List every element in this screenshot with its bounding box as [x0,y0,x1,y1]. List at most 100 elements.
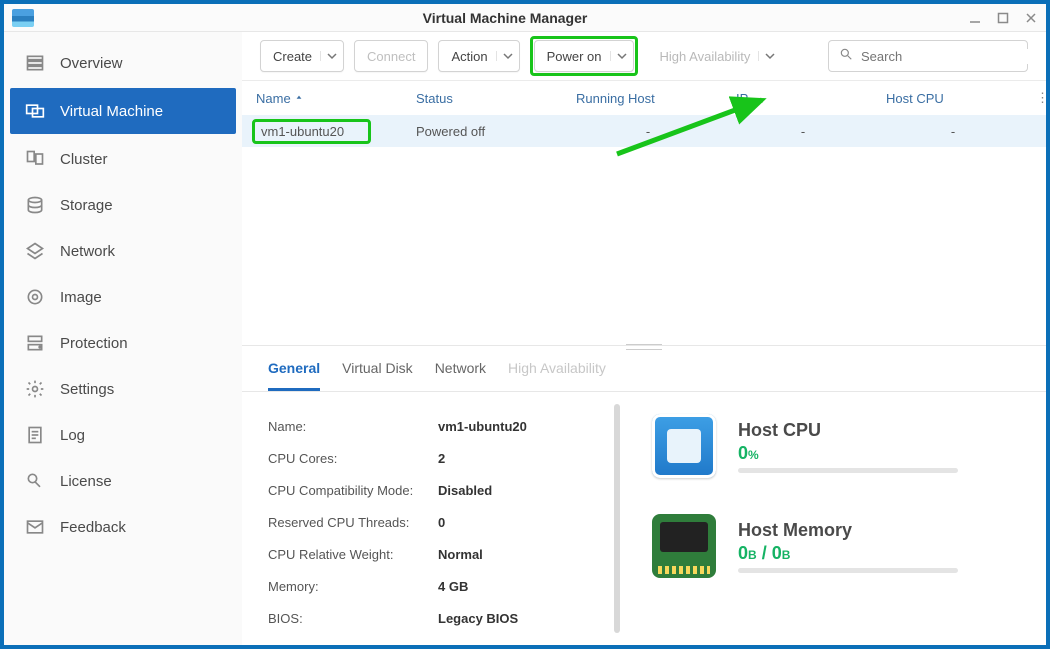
tab-general[interactable]: General [268,360,320,391]
mem-sep: / [757,543,772,563]
image-icon [24,287,46,307]
tab-virtual-disk[interactable]: Virtual Disk [342,360,413,391]
memory-icon [652,514,716,578]
power-on-button[interactable]: Power on [534,40,634,72]
prop-value: Disabled [438,483,614,498]
prop-value: 0 [438,515,614,530]
cpu-value: 0 [738,443,748,463]
search-input[interactable] [861,49,1037,64]
vm-name: vm1-ubuntu20 [261,124,344,139]
cpu-title: Host CPU [738,420,958,441]
prop-value: 4 GB [438,579,614,594]
table-row[interactable]: vm1-ubuntu20 Powered off - - - [242,115,1046,147]
license-icon [24,471,46,491]
protection-icon [24,333,46,353]
sidebar-item-overview[interactable]: Overview [4,40,242,86]
chevron-down-icon [758,51,775,61]
sidebar-item-protection[interactable]: Protection [4,320,242,366]
sidebar-item-settings[interactable]: Settings [4,366,242,412]
prop-label: BIOS: [268,611,438,626]
virtual-machine-icon [24,101,46,121]
window-title: Virtual Machine Manager [42,10,968,26]
connect-button[interactable]: Connect [354,40,428,72]
sidebar-item-storage[interactable]: Storage [4,182,242,228]
search-box[interactable] [828,40,1028,72]
sidebar-label: Log [60,427,85,444]
action-button[interactable]: Action [438,40,519,72]
log-icon [24,425,46,445]
tab-high-availability[interactable]: High Availability [508,360,606,391]
vm-running-host: - [568,124,728,139]
create-label: Create [273,49,312,64]
sidebar-item-log[interactable]: Log [4,412,242,458]
resize-grip[interactable] [624,342,664,350]
prop-label: Memory: [268,579,438,594]
prop-label: Reserved CPU Threads: [268,515,438,530]
tab-network[interactable]: Network [435,360,486,391]
toolbar: Create Connect Action Power on [242,32,1046,80]
sidebar-item-image[interactable]: Image [4,274,242,320]
highlight-power-on: Power on [530,36,638,76]
power-on-label: Power on [547,49,602,64]
mem-total-value: 0 [772,543,782,563]
prop-value: vm1-ubuntu20 [438,419,614,434]
network-icon [24,241,46,261]
maximize-icon[interactable] [996,11,1010,25]
col-name[interactable]: Name [248,91,408,106]
prop-label: CPU Cores: [268,451,438,466]
col-status[interactable]: Status [408,91,568,106]
gear-icon [24,379,46,399]
storage-icon [24,195,46,215]
vm-status: Powered off [408,124,568,139]
cpu-unit: % [748,448,759,462]
prop-label: Name: [268,419,438,434]
properties-list: Name:vm1-ubuntu20 CPU Cores:2 CPU Compat… [242,392,622,645]
prop-label: CPU Compatibility Mode: [268,483,438,498]
sidebar-label: Overview [60,55,123,72]
column-menu-icon[interactable]: ⋮ [1028,90,1048,106]
vm-ip: - [728,124,878,139]
sidebar-label: License [60,473,112,490]
sidebar-label: Network [60,243,115,260]
host-memory-card: Host Memory 0B / 0B [652,514,1016,578]
close-icon[interactable] [1024,11,1038,25]
cluster-icon [24,149,46,169]
prop-value: Legacy BIOS [438,611,614,626]
sidebar-label: Virtual Machine [60,103,163,120]
sidebar-label: Cluster [60,151,108,168]
metric-cards: Host CPU 0% Host Memory 0B / 0B [622,392,1046,645]
sidebar-label: Image [60,289,102,306]
sidebar-label: Settings [60,381,114,398]
col-host-cpu[interactable]: Host CPU [878,91,1028,106]
high-availability-button[interactable]: High Availability [648,40,782,72]
prop-value: 2 [438,451,614,466]
host-cpu-card: Host CPU 0% [652,414,1016,478]
overview-icon [24,53,46,73]
sidebar-item-cluster[interactable]: Cluster [4,136,242,182]
detail-tabs: General Virtual Disk Network High Availa… [242,346,1046,392]
detail-panel: General Virtual Disk Network High Availa… [242,345,1046,645]
mem-bar [738,568,958,573]
col-ip[interactable]: IP [728,91,878,106]
sidebar-item-network[interactable]: Network [4,228,242,274]
search-icon [839,47,853,66]
chevron-down-icon [496,51,513,61]
minimize-icon[interactable] [968,11,982,25]
mem-used-unit: B [748,548,757,562]
create-button[interactable]: Create [260,40,344,72]
cpu-bar [738,468,958,473]
sidebar-item-feedback[interactable]: Feedback [4,504,242,550]
action-label: Action [451,49,487,64]
sidebar-item-virtual-machine[interactable]: Virtual Machine [10,88,236,134]
chevron-down-icon [320,51,337,61]
col-running-host[interactable]: Running Host [568,91,728,106]
vm-table: Name Status Running Host IP Host CPU ⋮ v… [242,80,1046,147]
cpu-icon [652,414,716,478]
prop-value: Normal [438,547,614,562]
mem-total-unit: B [782,548,791,562]
vm-name-highlight: vm1-ubuntu20 [252,119,371,144]
feedback-icon [24,517,46,537]
titlebar: Virtual Machine Manager [4,4,1046,32]
sidebar-item-license[interactable]: License [4,458,242,504]
vm-host-cpu: - [878,124,1028,139]
